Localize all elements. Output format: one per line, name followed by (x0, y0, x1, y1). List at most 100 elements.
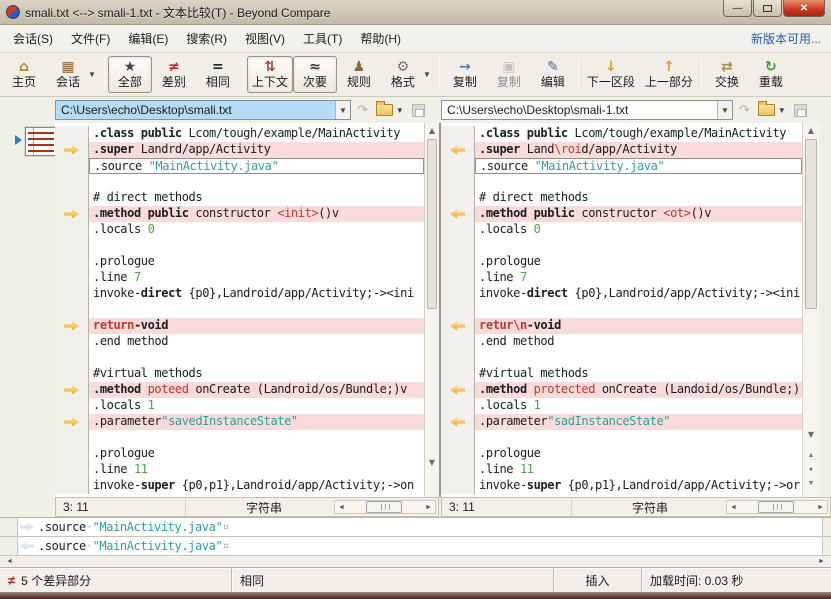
code-text[interactable]: .class public Lcom/tough/example/MainAct… (475, 126, 802, 142)
diff-marker-arrow-icon[interactable] (64, 209, 79, 219)
menu-item[interactable]: 编辑(E) (119, 26, 177, 51)
scroll-right-icon[interactable]: ► (815, 558, 828, 565)
scroll-right-icon[interactable]: ► (422, 504, 435, 511)
detail-line[interactable]: .source·"MainActivity.java"¤ (17, 537, 822, 555)
code-text[interactable]: .method poteed onCreate (Landroid/os/Bun… (89, 382, 424, 398)
chevron-down-icon[interactable]: ▼ (423, 70, 431, 79)
code-text[interactable]: .class public Lcom/tough/example/MainAct… (89, 126, 424, 142)
scroll-up-icon[interactable]: ▲ (803, 126, 819, 135)
left-vertical-scrollbar[interactable]: ▲ ▼ (424, 123, 439, 497)
copy-to-right-button[interactable]: →复制 (443, 56, 487, 93)
diff-marker-arrow-icon[interactable] (450, 417, 465, 427)
menu-item[interactable]: 帮助(H) (351, 26, 410, 51)
detail-horizontal-scrollbar[interactable]: ◄ ► (0, 555, 831, 567)
diff-marker-arrow-icon[interactable] (450, 209, 465, 219)
code-text[interactable]: .parameter"sadInstanceState" (475, 414, 802, 430)
minimize-button[interactable]: — (723, 0, 752, 17)
menu-item[interactable]: 视图(V) (236, 26, 294, 51)
scrollbar-track[interactable] (348, 501, 422, 513)
rules-button[interactable]: ♟规则 (337, 56, 381, 93)
diff-marker-arrow-icon[interactable] (64, 385, 79, 395)
left-horizontal-scrollbar[interactable]: ◄ ► (334, 500, 436, 514)
code-text[interactable]: .prologue (89, 446, 424, 462)
current-diff-icon[interactable]: ● (803, 466, 819, 473)
code-text[interactable] (475, 350, 802, 366)
scroll-up-icon[interactable]: ▲ (425, 126, 439, 135)
right-path-combo[interactable]: C:\Users\echo\Desktop\smali-1.txt ▼ (441, 100, 733, 120)
code-text[interactable]: .line 11 (89, 462, 424, 478)
right-horizontal-scrollbar[interactable]: ◄ ► (726, 500, 828, 514)
context-button[interactable]: ⇅上下文 (247, 56, 293, 93)
revert-icon[interactable]: ↷ (739, 103, 750, 118)
prev-diff-icon[interactable]: ▲ (803, 452, 819, 459)
menu-item[interactable]: 工具(T) (294, 26, 351, 51)
code-text[interactable]: # direct methods (475, 190, 802, 206)
code-text[interactable] (475, 238, 802, 254)
show-same-button[interactable]: =相同 (196, 56, 240, 93)
code-text[interactable]: invoke-super {p0,p1},Landroid/app/Activi… (89, 478, 424, 494)
code-text[interactable]: # direct methods (89, 190, 424, 206)
chevron-down-icon[interactable]: ▼ (335, 101, 350, 119)
revert-icon[interactable]: ↷ (357, 103, 368, 118)
code-text[interactable]: .super Landrd/app/Activity (89, 142, 424, 158)
close-button[interactable]: ✕ (783, 0, 825, 17)
diff-marker-arrow-icon[interactable] (450, 321, 465, 331)
code-text[interactable]: .method public constructor <init>()v (89, 206, 424, 222)
previous-part-button[interactable]: ↑上一部分 (640, 56, 698, 93)
code-text[interactable]: return-void (89, 318, 424, 334)
right-code-view[interactable]: .class public Lcom/tough/example/MainAct… (441, 123, 802, 497)
chevron-down-icon[interactable]: ▼ (717, 101, 732, 119)
code-text[interactable]: .locals 1 (89, 398, 424, 414)
code-text[interactable] (89, 238, 424, 254)
scrollbar-thumb[interactable] (366, 501, 402, 513)
code-text[interactable]: .end method (475, 334, 802, 350)
scroll-left-icon[interactable]: ◄ (727, 504, 740, 511)
code-text[interactable]: .locals 0 (475, 222, 802, 238)
code-text[interactable] (475, 430, 802, 446)
chevron-down-icon[interactable]: ▼ (778, 106, 786, 115)
home-button[interactable]: ⌂主页 (2, 56, 46, 93)
right-vertical-scrollbar[interactable]: ▲ ▼ ▲ ● ▼ (802, 123, 819, 497)
scroll-right-icon[interactable]: ► (814, 504, 827, 511)
show-all-button[interactable]: ★全部 (108, 56, 152, 93)
code-text[interactable]: invoke-direct {p0},Landroid/app/Activity… (475, 286, 802, 302)
code-text[interactable]: .method protected onCreate (Landoid/os/B… (475, 382, 802, 398)
next-diff-icon[interactable]: ▼ (803, 480, 819, 487)
code-text[interactable]: #virtual methods (89, 366, 424, 382)
code-text[interactable]: invoke-super {p0,p1},Landroid/app/Activi… (475, 478, 802, 494)
code-text[interactable]: .prologue (89, 254, 424, 270)
code-text[interactable]: .prologue (475, 446, 802, 462)
minor-button[interactable]: ≈次要 (293, 56, 337, 93)
chevron-down-icon[interactable]: ▼ (396, 106, 404, 115)
diff-marker-arrow-icon[interactable] (64, 145, 79, 155)
code-text[interactable] (89, 174, 424, 190)
code-text[interactable]: .line 11 (475, 462, 802, 478)
diff-marker-arrow-icon[interactable] (450, 145, 465, 155)
menu-item[interactable]: 文件(F) (62, 26, 119, 51)
current-code-line[interactable]: .source "MainActivity.java" (89, 158, 424, 174)
scroll-left-icon[interactable]: ◄ (3, 558, 16, 565)
code-text[interactable]: .locals 0 (89, 222, 424, 238)
diff-marker-arrow-icon[interactable] (450, 385, 465, 395)
scrollbar-track[interactable] (740, 501, 814, 513)
diff-marker-arrow-icon[interactable] (64, 321, 79, 331)
open-folder-icon[interactable] (758, 104, 775, 116)
new-version-link[interactable]: 新版本可用... (751, 30, 821, 47)
scroll-down-icon[interactable]: ▼ (425, 458, 439, 467)
diff-marker-arrow-icon[interactable] (64, 417, 79, 427)
code-text[interactable]: #virtual methods (475, 366, 802, 382)
code-text[interactable]: .end method (89, 334, 424, 350)
code-text[interactable]: .parameter"savedInstanceState" (89, 414, 424, 430)
code-text[interactable]: .line 7 (89, 270, 424, 286)
code-text[interactable]: .super Land\roid/app/Activity (475, 142, 802, 158)
code-text[interactable]: .locals 1 (475, 398, 802, 414)
maximize-button[interactable] (753, 0, 782, 17)
format-button[interactable]: ⚙格式▼ (381, 56, 436, 93)
scrollbar-thumb[interactable] (758, 501, 794, 513)
code-text[interactable] (89, 302, 424, 318)
code-text[interactable]: .method public constructor <ot>()v (475, 206, 802, 222)
left-path-combo[interactable]: C:\Users\echo\Desktop\smali.txt ▼ (55, 100, 351, 120)
code-text[interactable] (89, 350, 424, 366)
current-code-line[interactable]: .source "MainActivity.java" (475, 158, 802, 174)
menu-item[interactable]: 搜索(R) (177, 26, 236, 51)
